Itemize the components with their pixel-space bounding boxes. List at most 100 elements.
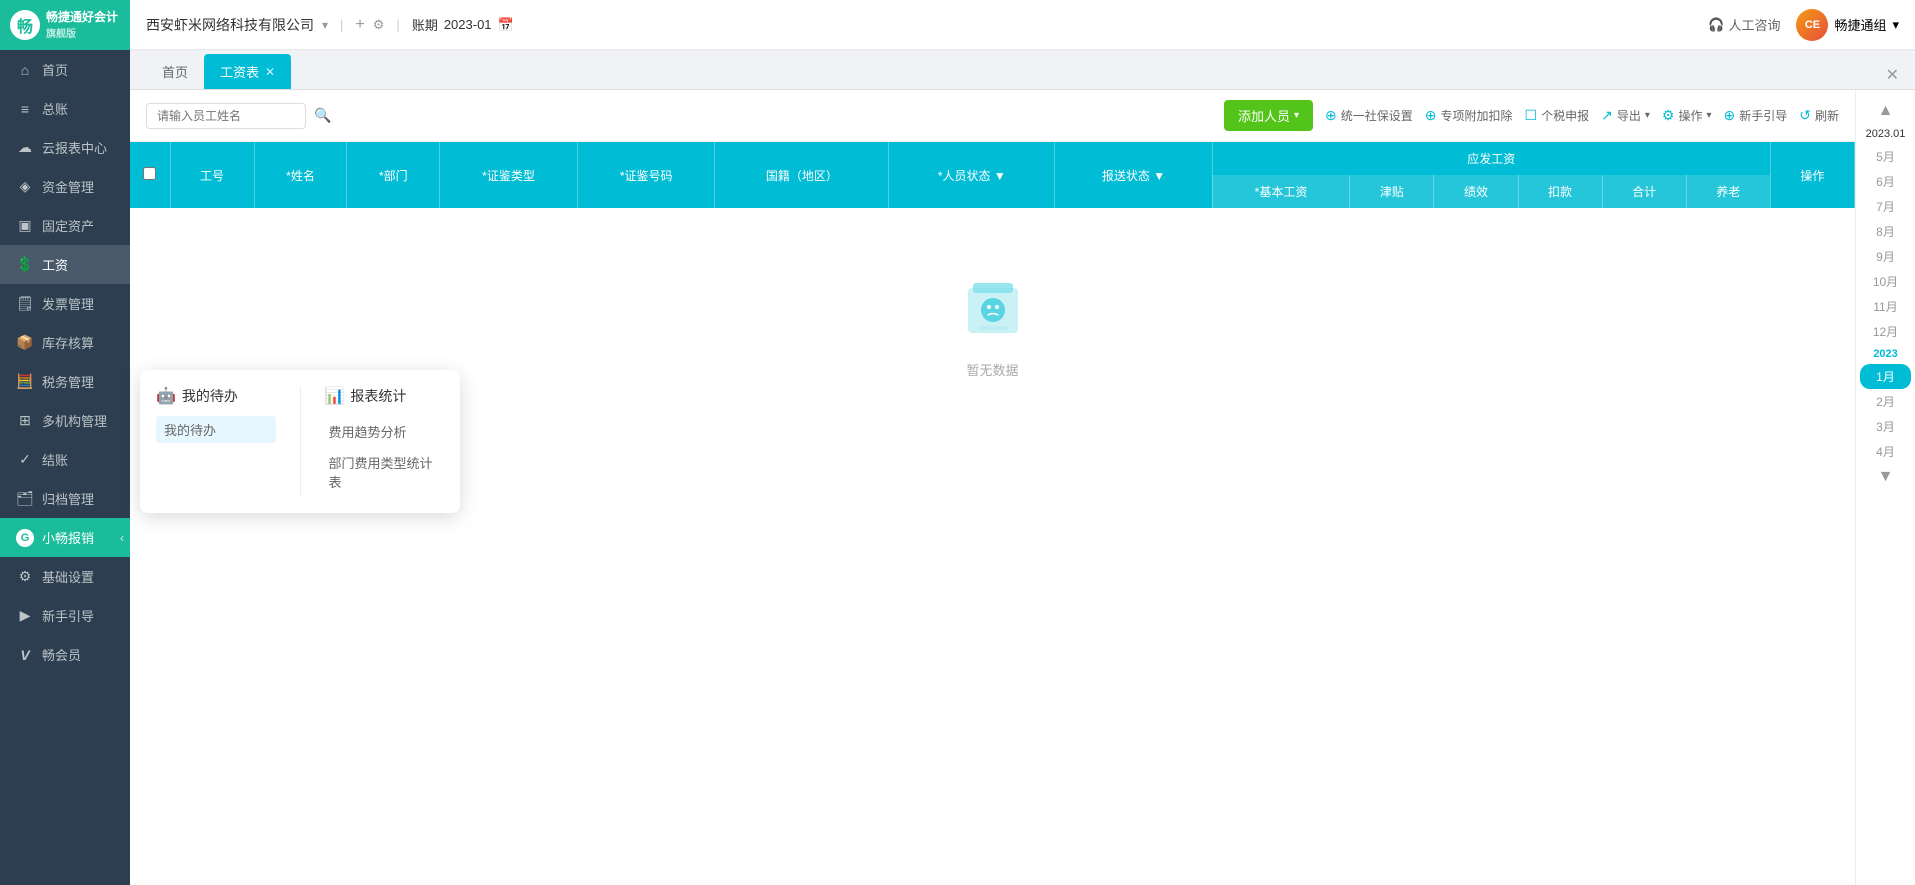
sidebar-item-vip[interactable]: V 畅会员 — [0, 635, 130, 674]
export-label: 导出 — [1617, 107, 1641, 124]
timeline-month-3[interactable]: 3月 — [1856, 414, 1915, 439]
sidebar-item-multi-org[interactable]: ⊞ 多机构管理 — [0, 401, 130, 440]
sidebar-item-fixed-assets[interactable]: ▣ 固定资产 — [0, 206, 130, 245]
timeline-month-10[interactable]: 10月 — [1856, 269, 1915, 294]
panel-close-btn[interactable]: ✕ — [1886, 65, 1899, 85]
sidebar-label-vip: 畅会员 — [42, 645, 81, 664]
social-security-btn[interactable]: ⊕ 统一社保设置 — [1325, 107, 1413, 124]
popup-col-todo: 🤖 我的待办 我的待办 — [156, 386, 276, 497]
sidebar-item-settlement[interactable]: ✓ 结账 — [0, 440, 130, 479]
search-button[interactable]: 🔍 — [314, 107, 331, 124]
deduction-btn[interactable]: ⊕ 专项附加扣除 — [1425, 107, 1513, 124]
sidebar-item-basic-settings[interactable]: ⚙ 基础设置 — [0, 557, 130, 596]
sidebar-item-tax[interactable]: 🧮 税务管理 — [0, 362, 130, 401]
export-dropdown-arrow: ▾ — [1645, 110, 1650, 121]
period-label: 账期 — [412, 15, 438, 34]
sidebar-item-inventory[interactable]: 📦 库存核算 — [0, 323, 130, 362]
sidebar-label-invoice: 发票管理 — [42, 294, 94, 313]
guide-btn[interactable]: ⊕ 新手引导 — [1724, 107, 1788, 124]
company-dropdown-icon[interactable]: ▾ — [322, 18, 328, 32]
tab-salary[interactable]: 工资表 ✕ — [204, 54, 291, 89]
sidebar-label-cloud: 云报表中心 — [42, 138, 107, 157]
sidebar-item-fund[interactable]: ◈ 资金管理 — [0, 167, 130, 206]
search-input[interactable] — [146, 103, 306, 129]
sidebar-item-salary[interactable]: 💲 工资 — [0, 245, 130, 284]
sidebar-label-archive: 归档管理 — [42, 489, 94, 508]
todo-col-icon: 🤖 — [156, 386, 176, 406]
popup-report-item-1[interactable]: 费用趋势分析 — [325, 416, 445, 447]
headset-icon: 🎧 — [1708, 17, 1724, 33]
timeline-month-1[interactable]: 1月 — [1860, 364, 1911, 389]
select-all-checkbox[interactable] — [143, 167, 156, 180]
th-submit-status[interactable]: 报送状态 ▼ — [1055, 142, 1212, 208]
sidebar-item-cloud-report[interactable]: ☁ 云报表中心 — [0, 128, 130, 167]
vip-icon: V — [16, 647, 34, 663]
company-name: 西安虾米网络科技有限公司 — [146, 15, 314, 35]
tax-report-btn[interactable]: ☐ 个税申报 — [1525, 107, 1590, 124]
table-wrapper: 工号 *姓名 *部门 *证鉴类型 *证鉴号码 国籍（地区） *人员状态 ▼ 报送… — [130, 142, 1855, 885]
sidebar-item-home[interactable]: ⌂ 首页 — [0, 50, 130, 89]
tax-icon: 🧮 — [16, 373, 34, 390]
social-security-icon: ⊕ — [1325, 107, 1337, 124]
sidebar-label-multi-org: 多机构管理 — [42, 411, 107, 430]
tab-close-btn[interactable]: ✕ — [265, 65, 275, 79]
header-settings-icon[interactable]: ⚙ — [373, 17, 385, 33]
export-icon: ↗ — [1601, 107, 1613, 124]
salary-icon: 💲 — [16, 256, 34, 273]
operation-btn[interactable]: ⚙ 操作 ▾ — [1662, 107, 1712, 124]
user-info[interactable]: CE 畅捷通组 ▾ — [1796, 9, 1899, 41]
popup-col1-header: 🤖 我的待办 — [156, 386, 276, 406]
logo-subtitle: 旗舰版 — [46, 25, 118, 40]
th-pension: 养老 — [1686, 175, 1770, 208]
sidebar-label-tax: 税务管理 — [42, 372, 94, 391]
calendar-icon[interactable]: 📅 — [498, 17, 514, 33]
timeline-month-6[interactable]: 6月 — [1856, 169, 1915, 194]
sidebar-label-fund: 资金管理 — [42, 177, 94, 196]
timeline-month-9[interactable]: 9月 — [1856, 244, 1915, 269]
th-status[interactable]: *人员状态 ▼ — [889, 142, 1055, 208]
tab-home[interactable]: 首页 — [146, 54, 204, 89]
sidebar-item-invoice[interactable]: 🗒 发票管理 — [0, 284, 130, 323]
export-btn[interactable]: ↗ 导出 ▾ — [1601, 107, 1650, 124]
invoice-icon: 🗒 — [16, 295, 34, 312]
guide-action-icon: ⊕ — [1724, 107, 1736, 124]
timeline-nav-down[interactable]: ▼ — [1874, 464, 1898, 490]
timeline-month-11[interactable]: 11月 — [1856, 294, 1915, 319]
timeline-month-5[interactable]: 5月 — [1856, 144, 1915, 169]
th-operation: 操作 — [1770, 142, 1854, 208]
timeline-month-2[interactable]: 2月 — [1856, 389, 1915, 414]
sidebar-item-guide[interactable]: ▶ 新手引导 — [0, 596, 130, 635]
refresh-icon: ↺ — [1799, 107, 1811, 124]
popup-report-item-2[interactable]: 部门费用类型统计表 — [325, 447, 445, 497]
empty-icon — [953, 268, 1033, 348]
th-total: 合计 — [1602, 175, 1686, 208]
timeline-month-12[interactable]: 12月 — [1856, 319, 1915, 344]
deduction-label: 专项附加扣除 — [1441, 107, 1513, 124]
header-left: 西安虾米网络科技有限公司 ▾ | + ⚙ | 账期 2023-01 📅 — [146, 15, 514, 35]
sidebar-label-home: 首页 — [42, 60, 68, 79]
ledger-icon: ≡ — [16, 101, 34, 117]
add-company-btn[interactable]: + — [355, 16, 364, 34]
support-btn[interactable]: 🎧 人工咨询 — [1708, 15, 1780, 34]
timeline-panel: ▲ 2023.01 5月 6月 7月 8月 9月 10月 11月 12月 202… — [1855, 90, 1915, 885]
timeline-month-7[interactable]: 7月 — [1856, 194, 1915, 219]
xiaochang-arrow: ‹ — [120, 531, 124, 545]
archive-icon: 🗂 — [16, 490, 34, 507]
guide-icon: ▶ — [16, 607, 34, 624]
sidebar-item-xiaochang[interactable]: G 小畅报销 ‹ — [0, 518, 130, 557]
refresh-btn[interactable]: ↺ 刷新 — [1799, 107, 1839, 124]
timeline-month-4[interactable]: 4月 — [1856, 439, 1915, 464]
add-person-btn[interactable]: 添加人员 ▾ — [1224, 100, 1313, 131]
support-label: 人工咨询 — [1728, 15, 1780, 34]
sidebar: 畅 畅捷通好会计 旗舰版 ⌂ 首页 ≡ 总账 ☁ 云报表中心 ◈ 资金管理 ▣ … — [0, 0, 130, 885]
logo-text-block: 畅捷通好会计 旗舰版 — [46, 10, 118, 41]
avatar: CE — [1796, 9, 1828, 41]
timeline-year-label: 2023.01 — [1856, 124, 1915, 144]
timeline-nav-up[interactable]: ▲ — [1874, 98, 1898, 124]
popup-divider — [300, 386, 301, 497]
popup-todo-item[interactable]: 我的待办 — [156, 416, 276, 443]
th-checkbox[interactable] — [130, 142, 170, 208]
sidebar-item-archive[interactable]: 🗂 归档管理 — [0, 479, 130, 518]
timeline-month-8[interactable]: 8月 — [1856, 219, 1915, 244]
sidebar-item-ledger[interactable]: ≡ 总账 — [0, 89, 130, 128]
